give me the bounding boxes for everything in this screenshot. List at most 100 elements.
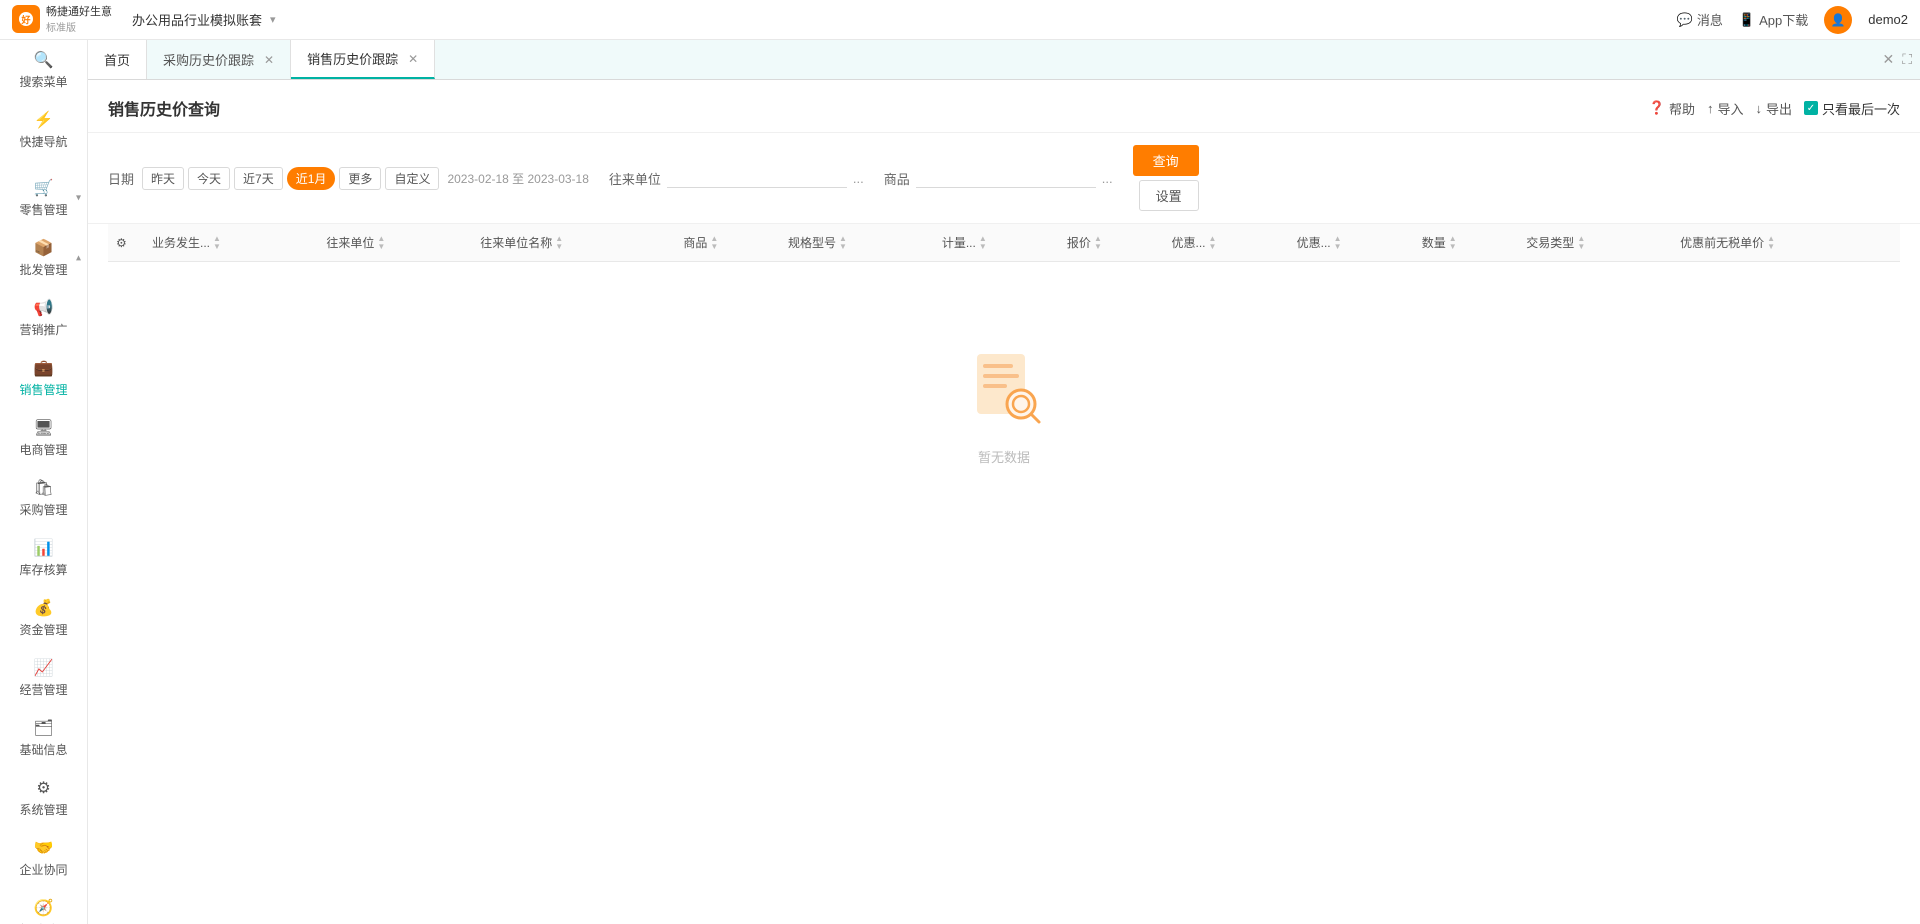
- col-unit-name[interactable]: 往来单位名称 ▲▼: [472, 224, 675, 262]
- logo-icon: 好: [12, 5, 40, 33]
- purchase-icon: 🛍: [33, 478, 53, 498]
- content-area: 首页 采购历史价跟踪 ✕ 销售历史价跟踪 ✕ ✕ ⛶ 销售历史价查询: [88, 40, 1920, 924]
- message-btn[interactable]: 💬 消息: [1677, 10, 1723, 29]
- sort-icon: ▲▼: [1209, 235, 1217, 251]
- empty-text: 暂无数据: [978, 447, 1030, 466]
- sidebar-item-marketing[interactable]: 📢 营销推广: [0, 288, 87, 348]
- tab-purchase-history[interactable]: 采购历史价跟踪 ✕: [147, 40, 291, 79]
- sidebar-item-retail[interactable]: 🛒 零售管理 ▾: [0, 168, 87, 228]
- table-header-row: ⚙ 业务发生... ▲▼ 往来单位: [108, 224, 1900, 262]
- page-title: 销售历史价查询: [108, 96, 220, 120]
- from-unit-filter: 往来单位 ...: [609, 168, 864, 188]
- col-quote[interactable]: 报价 ▲▼: [1059, 224, 1164, 262]
- col-product[interactable]: 商品 ▲▼: [675, 224, 780, 262]
- sidebar-item-guide[interactable]: 🧭 新手引导: [0, 888, 87, 924]
- sidebar-item-label: 经营管理: [19, 681, 67, 698]
- sidebar-item-label: 企业协同: [19, 861, 67, 878]
- help-btn[interactable]: ❓ 帮助: [1649, 99, 1695, 118]
- sort-icon: ▲▼: [555, 235, 563, 251]
- col-discount1[interactable]: 优惠... ▲▼: [1164, 224, 1289, 262]
- sidebar-item-label: 快捷导航: [19, 133, 67, 150]
- sidebar-item-label: 库存核算: [19, 561, 67, 578]
- sidebar-item-operations[interactable]: 📈 经营管理: [0, 648, 87, 708]
- sidebar-item-wholesale[interactable]: 📦 批发管理 ▴: [0, 228, 87, 288]
- sidebar-item-purchase[interactable]: 🛍 采购管理: [0, 468, 87, 528]
- table-head: ⚙ 业务发生... ▲▼ 往来单位: [108, 224, 1900, 262]
- date-btn-today[interactable]: 今天: [188, 167, 230, 190]
- date-btn-more[interactable]: 更多: [339, 167, 381, 190]
- product-input[interactable]: [916, 168, 1096, 188]
- tab-home[interactable]: 首页: [88, 40, 147, 79]
- col-biz-date[interactable]: 业务发生... ▲▼: [144, 224, 318, 262]
- sidebar-item-label: 销售管理: [19, 381, 67, 398]
- date-btn-1month[interactable]: 近1月: [287, 167, 336, 190]
- sidebar-item-sales[interactable]: 💼 销售管理: [0, 348, 87, 408]
- sidebar-item-label: 系统管理: [19, 801, 67, 818]
- import-btn[interactable]: ↑ 导入: [1707, 99, 1744, 118]
- data-table: ⚙ 业务发生... ▲▼ 往来单位: [108, 224, 1900, 262]
- col-spec[interactable]: 规格型号 ▲▼: [780, 224, 934, 262]
- chevron-up-icon: ▴: [76, 253, 81, 264]
- workspace-dropdown-icon[interactable]: ▾: [270, 13, 276, 26]
- sidebar-item-enterprise[interactable]: 🤝 企业协同: [0, 828, 87, 888]
- logo-area: 好 畅捷通好生意 标准版: [12, 5, 112, 34]
- close-tab-purchase-icon[interactable]: ✕: [264, 53, 274, 67]
- tab-bar: 首页 采购历史价跟踪 ✕ 销售历史价跟踪 ✕ ✕ ⛶: [88, 40, 1920, 80]
- col-trade-type[interactable]: 交易类型 ▲▼: [1518, 224, 1672, 262]
- avatar-image: 👤: [1831, 13, 1846, 27]
- filter-bar: 日期 昨天 今天 近7天 近1月 更多 自定义 2023-02-18 至 202…: [88, 133, 1920, 224]
- basic-icon: 🗂: [33, 718, 53, 738]
- date-btn-custom[interactable]: 自定义: [385, 167, 439, 190]
- top-bar-left: 好 畅捷通好生意 标准版: [12, 5, 112, 34]
- tab-close-all-icon[interactable]: ✕: [1882, 51, 1894, 68]
- system-icon: ⚙: [36, 778, 50, 798]
- ecommerce-icon: 🖥: [33, 418, 53, 438]
- query-btn[interactable]: 查询: [1133, 145, 1199, 176]
- sidebar-item-ecommerce[interactable]: 🖥 电商管理: [0, 408, 87, 468]
- sort-icon: ▲▼: [710, 235, 718, 251]
- sidebar-item-basic[interactable]: 🗂 基础信息: [0, 708, 87, 768]
- sort-icon: ▲▼: [1449, 235, 1457, 251]
- date-btn-yesterday[interactable]: 昨天: [142, 167, 184, 190]
- settings-btn[interactable]: 设置: [1139, 180, 1199, 211]
- tab-sales-history[interactable]: 销售历史价跟踪 ✕: [291, 40, 435, 79]
- page-header-actions: ❓ 帮助 ↑ 导入 ↓ 导出 ✓ 只看最后一次: [1649, 99, 1900, 118]
- tab-maximize-icon[interactable]: ⛶: [1902, 51, 1912, 68]
- sidebar-item-system[interactable]: ⚙ 系统管理: [0, 768, 87, 828]
- col-settings: ⚙: [108, 224, 144, 262]
- product-filter: 商品 ...: [884, 168, 1113, 188]
- product-label: 商品: [884, 169, 910, 188]
- app-download-btn[interactable]: 📱 App下载: [1739, 10, 1808, 29]
- date-filter-label: 日期: [108, 169, 134, 188]
- download-icon: 📱: [1739, 12, 1755, 28]
- top-bar-center: 办公用品行业模拟账套 ▾: [112, 10, 1677, 29]
- close-tab-sales-icon[interactable]: ✕: [408, 52, 418, 66]
- logo-sub: 标准版: [46, 19, 112, 34]
- only-last-checkbox[interactable]: ✓ 只看最后一次: [1804, 99, 1900, 118]
- from-unit-dots: ...: [853, 171, 864, 186]
- export-btn[interactable]: ↓ 导出: [1755, 99, 1792, 118]
- table-container: ⚙ 业务发生... ▲▼ 往来单位: [88, 224, 1920, 546]
- sort-icon: ▲▼: [1577, 235, 1585, 251]
- date-btn-7days[interactable]: 近7天: [234, 167, 283, 190]
- col-qty[interactable]: 数量 ▲▼: [1414, 224, 1519, 262]
- sidebar-item-label: 批发管理: [19, 261, 67, 278]
- sidebar-item-label: 营销推广: [19, 321, 67, 338]
- col-unit-code[interactable]: 往来单位 ▲▼: [318, 224, 472, 262]
- sidebar-item-finance[interactable]: 💰 资金管理: [0, 588, 87, 648]
- sidebar: 🔍 搜索菜单 ⚡ 快捷导航 🛒 零售管理 ▾ 📦 批发管理 ▴ 📢 营销推广 💼…: [0, 40, 88, 924]
- col-unit[interactable]: 计量... ▲▼: [934, 224, 1059, 262]
- col-discount2[interactable]: 优惠... ▲▼: [1289, 224, 1414, 262]
- sidebar-item-quicknav[interactable]: ⚡ 快捷导航: [0, 100, 87, 160]
- export-icon: ↓: [1755, 101, 1762, 116]
- gear-icon[interactable]: ⚙: [116, 236, 127, 250]
- empty-state: 暂无数据: [108, 262, 1900, 546]
- date-range-text: 2023-02-18 至 2023-03-18: [447, 170, 588, 187]
- col-pretax-price[interactable]: 优惠前无税单价 ▲▼: [1672, 224, 1900, 262]
- sidebar-item-inventory[interactable]: 📊 库存核算: [0, 528, 87, 588]
- sidebar-item-search[interactable]: 🔍 搜索菜单: [0, 40, 87, 100]
- from-unit-input[interactable]: [667, 168, 847, 188]
- sidebar-item-label: 零售管理: [19, 201, 67, 218]
- finance-icon: 💰: [34, 598, 54, 618]
- user-avatar[interactable]: 👤: [1824, 6, 1852, 34]
